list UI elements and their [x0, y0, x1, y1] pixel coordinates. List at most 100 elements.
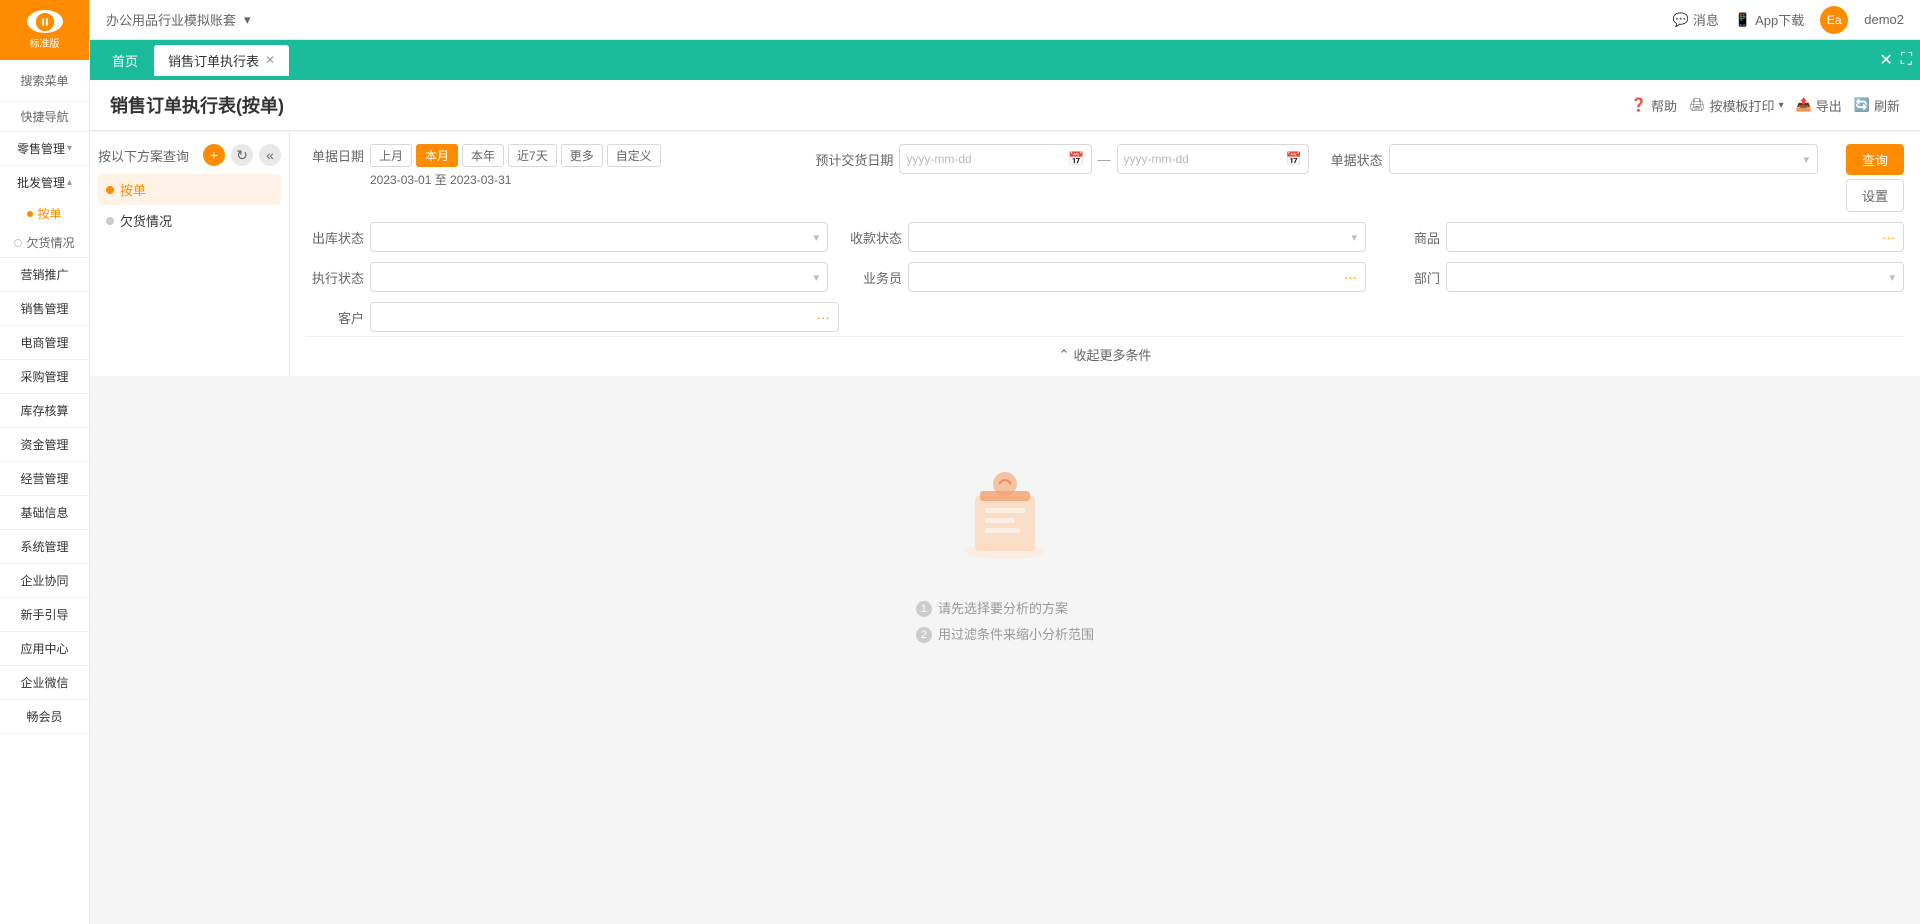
department-item: 部门 ▾: [1382, 262, 1904, 292]
exec-status-label: 执行状态: [306, 268, 364, 287]
this-year-btn[interactable]: 本年: [462, 144, 504, 167]
customer-more-icon[interactable]: ···: [817, 310, 830, 325]
sidebar-item-enterprise-wechat[interactable]: 企业微信: [0, 666, 89, 700]
help-icon: ❓: [1631, 97, 1647, 113]
sidebar-item-apps[interactable]: 应用中心: [0, 632, 89, 666]
calendar-icon-from: 📅: [1068, 151, 1084, 167]
sidebar-item-ecommerce[interactable]: 电商管理: [0, 326, 89, 360]
expected-date-from[interactable]: yyyy-mm-dd 📅: [899, 144, 1091, 174]
empty-illustration: [945, 456, 1065, 576]
sidebar-item-operations[interactable]: 经营管理: [0, 462, 89, 496]
page-header: 销售订单执行表(按单) ❓ 帮助 🖨 按模板打印 ▾ 📤 导出 🔄 刷新: [90, 80, 1920, 131]
more-btn[interactable]: 更多: [561, 144, 603, 167]
user-avatar[interactable]: Ea: [1820, 6, 1848, 34]
last-month-btn[interactable]: 上月: [370, 144, 412, 167]
sidebar-item-basic[interactable]: 基础信息: [0, 496, 89, 530]
salesperson-input[interactable]: ···: [908, 262, 1366, 292]
date-field-label: 单据日期: [306, 146, 364, 165]
filter-params: 单据日期 上月 本月 本年 近7天 更多 自定义: [290, 132, 1920, 376]
sidebar-item-debts[interactable]: 欠货情况: [0, 228, 89, 257]
exec-status-select[interactable]: ▾: [370, 262, 828, 292]
collapse-filter-btn[interactable]: ⌃ 收起更多条件: [306, 336, 1904, 372]
message-btn[interactable]: 💬 消息: [1673, 10, 1719, 29]
sidebar-item-wholesale[interactable]: 批发管理: [0, 166, 89, 199]
plan-item-debt[interactable]: 欠货情况: [98, 205, 281, 236]
breadcrumb-dropdown-icon[interactable]: ▾: [244, 12, 251, 28]
filter-action-buttons: 查询 设置: [1834, 144, 1904, 212]
sidebar-item-retail[interactable]: 零售管理: [0, 132, 89, 165]
step1-text: 请先选择要分析的方案: [938, 596, 1068, 622]
settings-btn[interactable]: 设置: [1846, 179, 1904, 212]
topbar-right: 💬 消息 📱 App下载 Ea demo2: [1673, 6, 1904, 34]
goods-item: 商品 ···: [1382, 222, 1904, 252]
collapse-panel-btn[interactable]: «: [259, 144, 281, 166]
username-label[interactable]: demo2: [1864, 12, 1904, 27]
expand-window-btn[interactable]: ⛶: [1901, 51, 1912, 69]
sidebar-item-vip[interactable]: 畅会员: [0, 700, 89, 734]
date-range-text: 2023-03-01 至 2023-03-31: [370, 171, 511, 188]
plan-label: 按单: [120, 180, 146, 199]
salesperson-more-icon[interactable]: ···: [1344, 270, 1357, 285]
sidebar-item-purchase[interactable]: 采购管理: [0, 360, 89, 394]
refresh-btn[interactable]: 🔄 刷新: [1854, 96, 1900, 115]
page-title: 销售订单执行表(按单): [110, 92, 284, 118]
sidebar-item-inventory[interactable]: 库存核算: [0, 394, 89, 428]
receipt-status-item: 收款状态 ▾: [844, 222, 1366, 252]
sidebar-item-system[interactable]: 系统管理: [0, 530, 89, 564]
active-dot-icon: [27, 211, 33, 217]
sidebar-item-bysingle[interactable]: 按单: [0, 199, 89, 228]
plan-dot-icon: [106, 186, 114, 194]
tab-home[interactable]: 首页: [98, 45, 152, 76]
refresh-plan-btn[interactable]: ↻: [231, 144, 253, 166]
main-area: 办公用品行业模拟账套 ▾ 💬 消息 📱 App下载 Ea demo2 首页 销售…: [90, 0, 1920, 924]
sidebar-search-section[interactable]: 搜索菜单: [0, 60, 89, 102]
plan-label-debt: 欠货情况: [120, 211, 172, 230]
page-actions: ❓ 帮助 🖨 按模板打印 ▾ 📤 导出 🔄 刷新: [1631, 96, 1900, 115]
this-month-btn[interactable]: 本月: [416, 144, 458, 167]
bill-status-select[interactable]: ▾: [1389, 144, 1818, 174]
goods-input[interactable]: ···: [1446, 222, 1904, 252]
app-download-btn[interactable]: 📱 App下载: [1735, 10, 1804, 29]
goods-more-icon[interactable]: ···: [1882, 230, 1895, 245]
stock-status-label: 出库状态: [306, 228, 364, 247]
sidebar-item-cooperation[interactable]: 企业协同: [0, 564, 89, 598]
sidebar-logo: 标准版: [0, 0, 89, 60]
expected-date-label: 预计交货日期: [815, 150, 893, 169]
receipt-status-select[interactable]: ▾: [908, 222, 1366, 252]
filter-plan-icons: + ↻ «: [203, 144, 281, 166]
tab-close-icon[interactable]: ✕: [265, 53, 275, 67]
sidebar-item-newbie[interactable]: 新手引导: [0, 598, 89, 632]
sidebar-item-sales[interactable]: 销售管理: [0, 292, 89, 326]
stock-status-select[interactable]: ▾: [370, 222, 828, 252]
query-btn[interactable]: 查询: [1846, 144, 1904, 175]
empty-state: 1 请先选择要分析的方案 2 用过滤条件来缩小分析范围: [90, 376, 1920, 728]
sidebar-item-marketing[interactable]: 营销推广: [0, 258, 89, 292]
expected-date-to[interactable]: yyyy-mm-dd 📅: [1117, 144, 1309, 174]
topbar-left: 办公用品行业模拟账套 ▾: [106, 10, 251, 29]
add-plan-btn[interactable]: +: [203, 144, 225, 166]
custom-btn[interactable]: 自定义: [607, 144, 661, 167]
sidebar-group-wholesale: 批发管理 按单 欠货情况: [0, 166, 89, 258]
filter-plan-header: 按以下方案查询 + ↻ «: [98, 144, 281, 166]
print-template-btn[interactable]: 🖨 按模板打印 ▾: [1689, 96, 1784, 115]
circle-icon: [14, 239, 22, 247]
quick-nav[interactable]: 快捷导航: [0, 102, 89, 132]
filter-row-2: 出库状态 ▾ 收款状态 ▾: [306, 222, 1904, 252]
step2-text: 用过滤条件来缩小分析范围: [938, 622, 1094, 648]
close-window-btn[interactable]: ✕: [1879, 50, 1892, 70]
last7-btn[interactable]: 近7天: [508, 144, 557, 167]
search-menu-label[interactable]: 搜索菜单: [10, 68, 79, 93]
department-select[interactable]: ▾: [1446, 262, 1904, 292]
from-placeholder: yyyy-mm-dd: [906, 152, 971, 166]
sidebar-item-finance[interactable]: 资金管理: [0, 428, 89, 462]
stock-status-item: 出库状态 ▾: [306, 222, 828, 252]
message-icon: 💬: [1673, 12, 1689, 28]
tab-sales-order[interactable]: 销售订单执行表 ✕: [154, 45, 289, 76]
plan-item-single[interactable]: 按单: [98, 174, 281, 205]
customer-input[interactable]: ···: [370, 302, 839, 332]
exec-status-item: 执行状态 ▾: [306, 262, 828, 292]
help-btn[interactable]: ❓ 帮助: [1631, 96, 1677, 115]
receipt-status-chevron-icon: ▾: [1351, 231, 1357, 244]
export-btn[interactable]: 📤 导出: [1796, 96, 1842, 115]
logo-text: 标准版: [30, 35, 60, 50]
